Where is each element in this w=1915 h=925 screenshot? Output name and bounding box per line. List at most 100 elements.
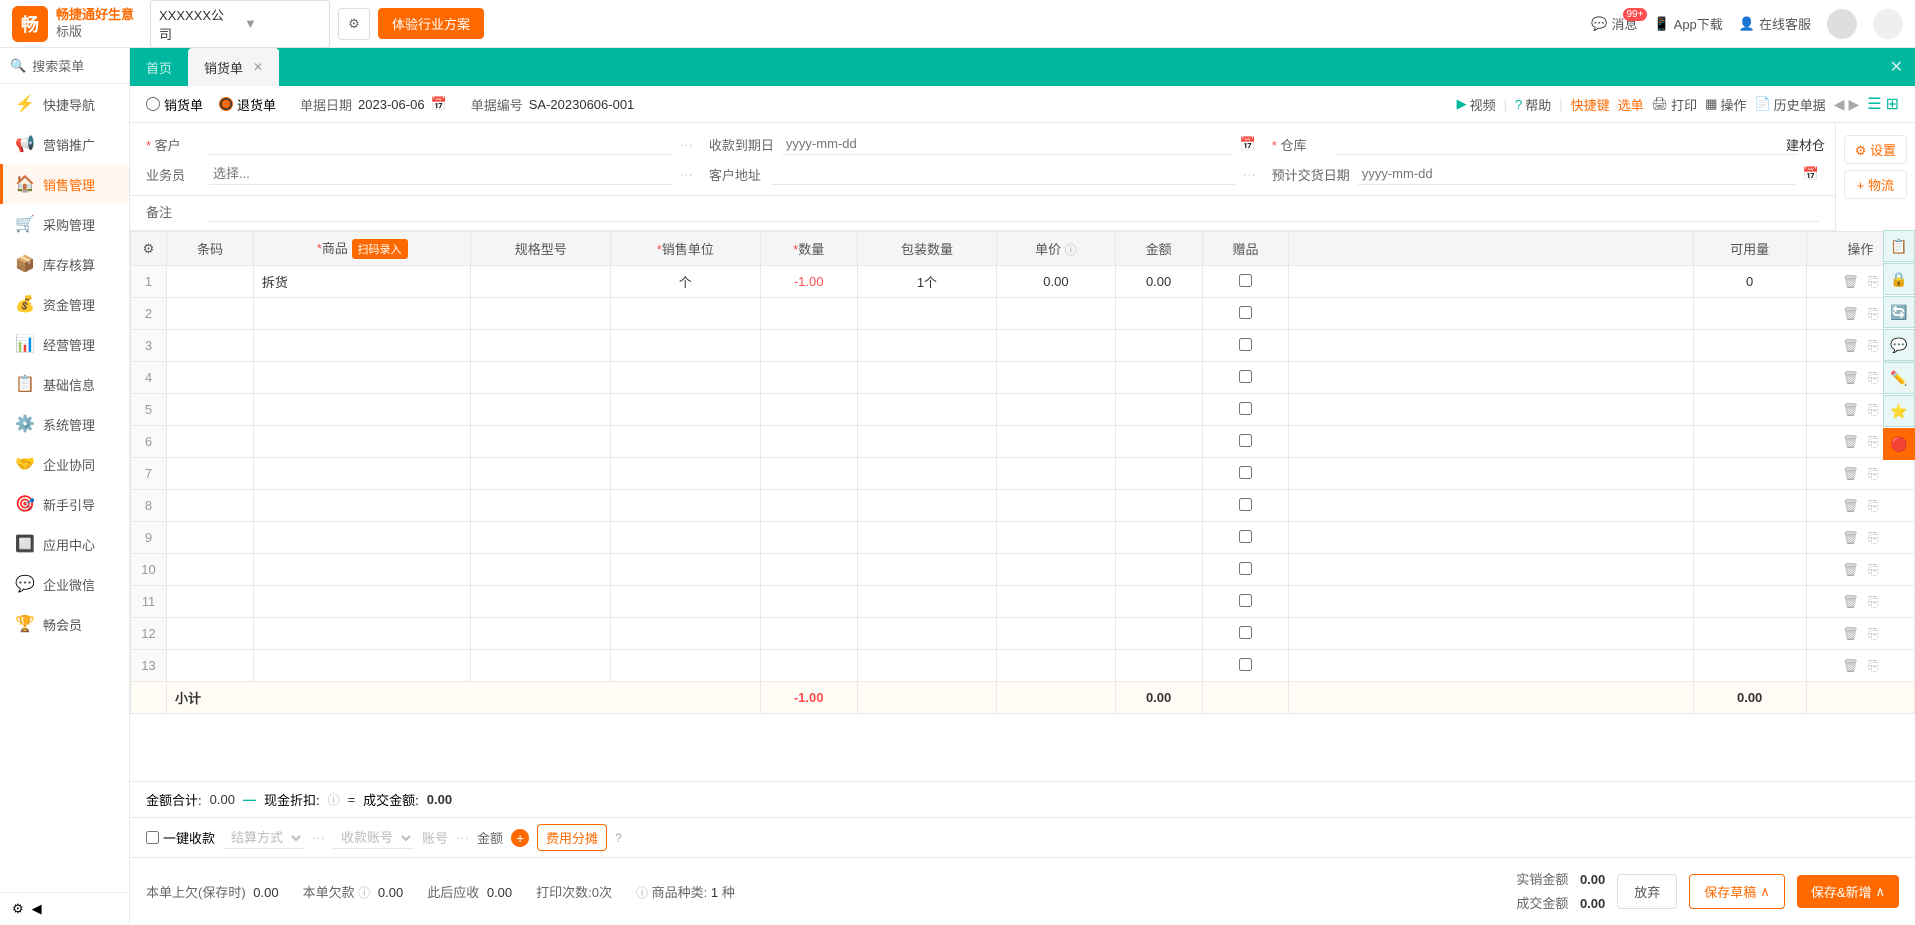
col-settings-header[interactable]: ⚙ (131, 232, 167, 266)
gift-checkbox[interactable] (1239, 594, 1252, 607)
sidebar-item-marketing[interactable]: 📢 营销推广 (0, 124, 129, 164)
row-product[interactable] (253, 426, 471, 458)
row-amount[interactable] (1115, 586, 1202, 618)
row-packqty[interactable] (857, 554, 996, 586)
delete-icon[interactable]: 🗑 (1842, 562, 1859, 577)
user-avatar[interactable] (1827, 9, 1857, 39)
sidebar-item-wechat[interactable]: 💬 企业微信 (0, 564, 129, 604)
row-spec[interactable] (471, 394, 610, 426)
trial-btn[interactable]: 体验行业方案 (378, 8, 484, 39)
history-btn[interactable]: 📄 历史单据 (1754, 95, 1825, 114)
row-packqty[interactable] (857, 298, 996, 330)
row-product[interactable] (253, 522, 471, 554)
row-packqty[interactable] (857, 394, 996, 426)
row-remark[interactable] (1289, 298, 1693, 330)
user-avatar2[interactable] (1873, 9, 1903, 39)
row-barcode[interactable] (167, 458, 254, 490)
row-remark[interactable] (1289, 490, 1693, 522)
row-remark[interactable] (1289, 618, 1693, 650)
gift-checkbox[interactable] (1239, 370, 1252, 383)
row-unit[interactable] (610, 490, 760, 522)
row-gift[interactable] (1202, 298, 1289, 330)
row-packqty[interactable] (857, 586, 996, 618)
row-product[interactable] (253, 362, 471, 394)
row-amount[interactable] (1115, 394, 1202, 426)
row-product[interactable] (253, 650, 471, 682)
row-qty[interactable] (760, 330, 857, 362)
gift-checkbox[interactable] (1239, 530, 1252, 543)
grid-view-icon[interactable]: ⊞ (1886, 94, 1899, 114)
row-amount[interactable] (1115, 490, 1202, 522)
cash-discount-info-icon[interactable]: ⓘ (328, 791, 340, 808)
gift-checkbox[interactable] (1239, 658, 1252, 671)
row-qty[interactable] (760, 490, 857, 522)
customer-input[interactable] (209, 133, 672, 155)
list-view-icon[interactable]: ☰ (1867, 94, 1881, 114)
one-click-pay-checkbox[interactable] (146, 831, 159, 844)
row-gift[interactable] (1202, 618, 1289, 650)
sidebar-item-sales[interactable]: 🏠 销售管理 (0, 164, 129, 204)
row-remark[interactable] (1289, 330, 1693, 362)
one-click-pay-label[interactable]: 一键收款 (146, 828, 215, 847)
tab-close-all-icon[interactable]: ✕ (1890, 57, 1903, 77)
row-product[interactable] (253, 330, 471, 362)
expense-btn[interactable]: 费用分摊 (537, 824, 607, 851)
row-price[interactable] (997, 394, 1115, 426)
receive-date-calendar-icon[interactable]: 📅 (1240, 136, 1256, 152)
customer-address-input[interactable] (772, 163, 1235, 185)
row-product[interactable] (253, 554, 471, 586)
logistics-btn[interactable]: + 物流 (1844, 170, 1907, 199)
message-btn[interactable]: 💬 消息 99+ (1591, 14, 1637, 33)
copy-icon[interactable]: ⎘ (1868, 402, 1878, 417)
row-packqty[interactable] (857, 362, 996, 394)
delete-icon[interactable]: 🗑 (1842, 626, 1859, 641)
row-remark[interactable] (1289, 458, 1693, 490)
row-amount[interactable] (1115, 426, 1202, 458)
price-info-icon[interactable]: ⓘ (1065, 243, 1077, 257)
sidebar-item-apps[interactable]: 🔲 应用中心 (0, 524, 129, 564)
copy-icon[interactable]: ⎘ (1868, 274, 1878, 289)
row-barcode[interactable] (167, 650, 254, 682)
row-price[interactable] (997, 618, 1115, 650)
row-amount[interactable] (1115, 522, 1202, 554)
sidebar-item-quick-nav[interactable]: ⚡ 快捷导航 (0, 84, 129, 124)
row-product[interactable] (253, 394, 471, 426)
row-barcode[interactable] (167, 362, 254, 394)
online-service-btn[interactable]: 👤 在线客服 (1739, 14, 1811, 33)
delete-icon[interactable]: 🗑 (1842, 658, 1859, 673)
gift-checkbox[interactable] (1239, 274, 1252, 287)
row-packqty[interactable] (857, 618, 996, 650)
row-spec[interactable] (471, 586, 610, 618)
copy-icon[interactable]: ⎘ (1868, 562, 1878, 577)
copy-icon[interactable]: ⎘ (1868, 498, 1878, 513)
payment-dots-icon[interactable]: ··· (312, 830, 325, 845)
float-btn-refresh[interactable]: 🔄 (1883, 296, 1915, 328)
row-product[interactable] (253, 298, 471, 330)
row-price[interactable] (997, 298, 1115, 330)
row-unit[interactable] (610, 330, 760, 362)
radio-return-label[interactable]: 退货单 (219, 95, 276, 114)
operation-btn[interactable]: ▦ 操作 (1705, 95, 1746, 114)
copy-icon[interactable]: ⎘ (1868, 434, 1878, 449)
row-barcode[interactable] (167, 394, 254, 426)
sidebar-item-inventory[interactable]: 📦 库存核算 (0, 244, 129, 284)
row-amount[interactable] (1115, 618, 1202, 650)
remark-input[interactable] (209, 200, 1819, 222)
sidebar-item-purchase[interactable]: 🛒 采购管理 (0, 204, 129, 244)
row-amount[interactable] (1115, 330, 1202, 362)
row-gift[interactable] (1202, 266, 1289, 298)
row-spec[interactable] (471, 490, 610, 522)
total-owe-info-icon[interactable]: ⓘ (358, 886, 370, 900)
row-unit[interactable] (610, 426, 760, 458)
customer-more-icon[interactable]: ··· (680, 137, 693, 152)
row-unit[interactable] (610, 394, 760, 426)
sidebar-item-operations[interactable]: 📊 经营管理 (0, 324, 129, 364)
row-product[interactable]: 拆货 (253, 266, 471, 298)
row-product[interactable] (253, 586, 471, 618)
gift-checkbox[interactable] (1239, 466, 1252, 479)
delete-icon[interactable]: 🗑 (1842, 434, 1859, 449)
radio-sales-label[interactable]: 销货单 (146, 95, 203, 114)
radio-sales-input[interactable] (146, 97, 160, 111)
row-qty[interactable] (760, 522, 857, 554)
company-selector[interactable]: XXXXXX公司 ▼ (150, 0, 330, 48)
